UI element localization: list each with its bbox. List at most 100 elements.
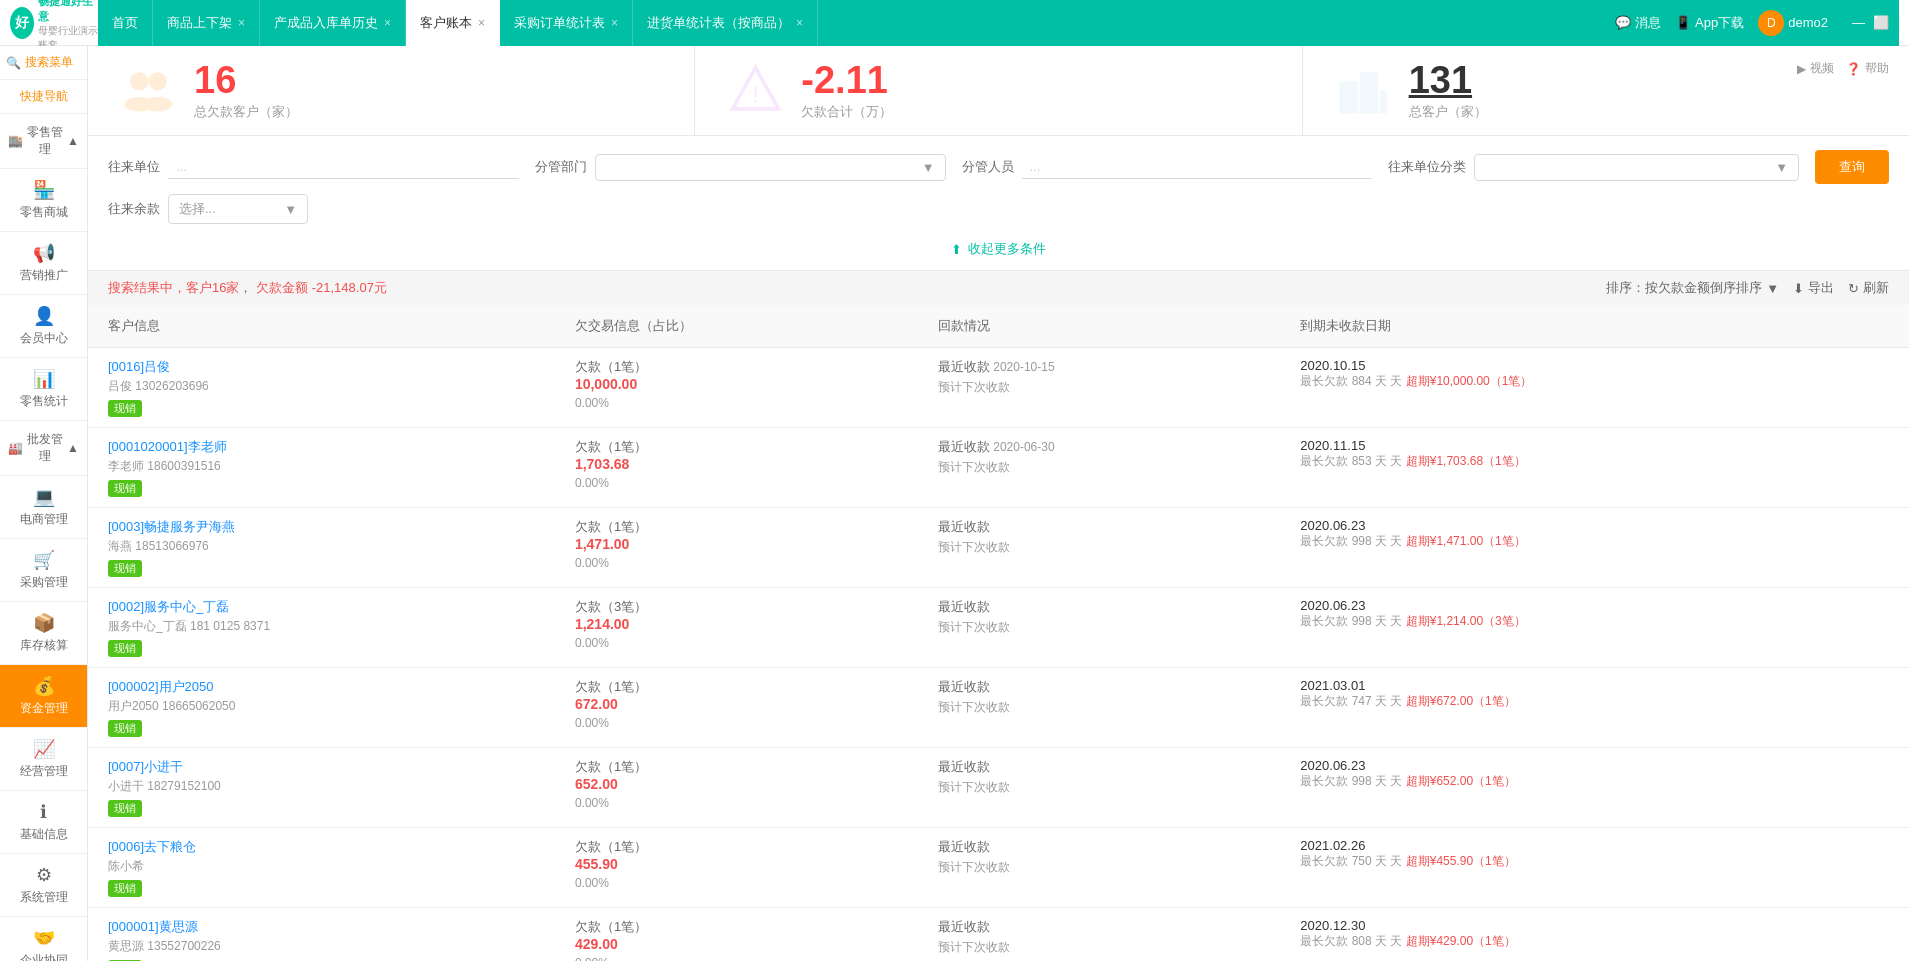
- sidebar-item-label: 电商管理: [20, 511, 68, 528]
- sidebar-search[interactable]: 🔍 搜索菜单: [0, 46, 87, 80]
- tab-close-customer[interactable]: ×: [478, 16, 485, 30]
- client-name-link[interactable]: [0007]小进干: [108, 759, 183, 774]
- sidebar-item-purchase[interactable]: 🛒 采购管理: [0, 539, 87, 602]
- client-tag: 现销: [108, 400, 142, 417]
- filter-select-dept[interactable]: ▼: [595, 154, 946, 181]
- sidebar-item-ecommerce[interactable]: 💻 电商管理: [0, 476, 87, 539]
- sidebar-item-inventory[interactable]: 📦 库存核算: [0, 602, 87, 665]
- sidebar-item-operations[interactable]: 📈 经营管理: [0, 728, 87, 791]
- client-phone: 黄思源 13552700226: [108, 938, 535, 955]
- tab-close-incoming[interactable]: ×: [796, 16, 803, 30]
- next-collect: 预计下次收款: [938, 619, 1261, 636]
- query-button[interactable]: 查询: [1815, 150, 1889, 184]
- stat-label-owe: 欠款合计（万）: [801, 103, 892, 121]
- sidebar-item-retail-mgmt[interactable]: 🏬 零售管理 ▲: [0, 114, 87, 169]
- overdue-link[interactable]: 超期¥1,214.00（3笔）: [1406, 614, 1526, 628]
- owe-amount: 429.00: [575, 936, 898, 952]
- tab-close-product[interactable]: ×: [384, 16, 391, 30]
- window-controls: — ⬜: [1842, 15, 1899, 30]
- message-btn[interactable]: 💬 消息: [1615, 14, 1661, 32]
- sidebar-item-cooperation[interactable]: 🤝 企业协同: [0, 917, 87, 961]
- collection-cell: 最近收款 预计下次收款: [918, 748, 1281, 828]
- refresh-btn[interactable]: ↻ 刷新: [1848, 279, 1889, 297]
- stat-content-owe: -2.11 欠款合计（万）: [801, 61, 892, 121]
- client-name-link[interactable]: [0001020001]李老师: [108, 439, 227, 454]
- client-tag: 现销: [108, 720, 142, 737]
- tab-home[interactable]: 首页: [98, 0, 153, 46]
- client-info-cell: [0003]畅捷服务尹海燕 海燕 18513066976 现销: [88, 508, 555, 588]
- chevron-down-icon-sort: ▼: [1766, 281, 1779, 296]
- tab-close-purchase[interactable]: ×: [611, 16, 618, 30]
- sidebar-item-wholesale[interactable]: 🏭 批发管理 ▲: [0, 421, 87, 476]
- filter-input-unit[interactable]: ...: [168, 155, 519, 179]
- overdue-link[interactable]: 超期¥652.00（1笔）: [1406, 774, 1516, 788]
- export-icon: ⬇: [1793, 281, 1804, 296]
- owe-amount: 652.00: [575, 776, 898, 792]
- sidebar-item-marketing[interactable]: 📢 营销推广: [0, 232, 87, 295]
- customers-icon: [118, 61, 178, 121]
- owe-percent: 0.00%: [575, 796, 898, 810]
- filter-select-balance[interactable]: 选择... ▼: [168, 194, 308, 224]
- collapse-more-btn[interactable]: ⬆ 收起更多条件: [108, 234, 1889, 264]
- col-header-collection: 回款情况: [918, 305, 1281, 348]
- help-btn[interactable]: ❓ 帮助: [1846, 60, 1889, 77]
- client-name-link[interactable]: [000002]用户2050: [108, 679, 214, 694]
- tab-goods[interactable]: 商品上下架 ×: [153, 0, 260, 46]
- overdue-link[interactable]: 超期¥1,703.68（1笔）: [1406, 454, 1526, 468]
- client-name-link[interactable]: [000001]黄思源: [108, 919, 198, 934]
- tab-customer-ledger[interactable]: 客户账本 ×: [406, 0, 500, 46]
- owe-amount: 1,471.00: [575, 536, 898, 552]
- message-icon: 💬: [1615, 15, 1631, 30]
- ecommerce-icon: 💻: [33, 486, 55, 508]
- next-collect: 预计下次收款: [938, 459, 1261, 476]
- video-btn[interactable]: ▶ 视频: [1797, 60, 1834, 77]
- tab-purchase-stats[interactable]: 采购订单统计表 ×: [500, 0, 633, 46]
- client-name-link[interactable]: [0016]吕俊: [108, 359, 170, 374]
- tab-product-history[interactable]: 产成品入库单历史 ×: [260, 0, 406, 46]
- client-name-link[interactable]: [0003]畅捷服务尹海燕: [108, 519, 235, 534]
- sidebar-item-finance[interactable]: 💰 资金管理: [0, 665, 87, 728]
- overdue-link[interactable]: 超期¥429.00（1笔）: [1406, 934, 1516, 948]
- sidebar-item-label: 资金管理: [20, 700, 68, 717]
- tab-close-goods[interactable]: ×: [238, 16, 245, 30]
- overdue-link[interactable]: 超期¥672.00（1笔）: [1406, 694, 1516, 708]
- client-name-link[interactable]: [0002]服务中心_丁磊: [108, 599, 229, 614]
- client-info-cell: [0002]服务中心_丁磊 服务中心_丁磊 181 0125 8371 现销: [88, 588, 555, 668]
- overdue-days: 最长欠款 998 天 天 超期¥1,214.00（3笔）: [1300, 613, 1889, 630]
- col-header-due: 到期未收款日期: [1280, 305, 1909, 348]
- sidebar-item-system[interactable]: ⚙ 系统管理: [0, 854, 87, 917]
- info-icon: ℹ: [40, 801, 47, 823]
- overdue-link[interactable]: 超期¥10,000.00（1笔）: [1406, 374, 1533, 388]
- due-date: 2020.06.23: [1300, 758, 1889, 773]
- overdue-link[interactable]: 超期¥455.90（1笔）: [1406, 854, 1516, 868]
- export-btn[interactable]: ⬇ 导出: [1793, 279, 1834, 297]
- owe-percent: 0.00%: [575, 876, 898, 890]
- minimize-icon[interactable]: —: [1852, 15, 1865, 30]
- client-name-link[interactable]: [0006]去下粮仓: [108, 839, 196, 854]
- search-result-info: 搜索结果中，客户16家， 欠款金额 -21,148.07元: [108, 279, 387, 297]
- client-info-cell: [0007]小进干 小进干 18279152100 现销: [88, 748, 555, 828]
- logo-text: 畅捷通好生意: [38, 0, 98, 24]
- sidebar-item-basic-info[interactable]: ℹ 基础信息: [0, 791, 87, 854]
- user-avatar[interactable]: D demo2: [1758, 10, 1828, 36]
- client-info-cell: [0001020001]李老师 李老师 18600391516 现销: [88, 428, 555, 508]
- app-download-btn[interactable]: 📱 App下载: [1675, 14, 1744, 32]
- collection-cell: 最近收款 预计下次收款: [918, 508, 1281, 588]
- sidebar-item-retail-stats[interactable]: 📊 零售统计: [0, 358, 87, 421]
- collection-info: 最近收款 2020-10-15: [938, 358, 1261, 376]
- tab-incoming-stats[interactable]: 进货单统计表（按商品） ×: [633, 0, 818, 46]
- filter-select-category[interactable]: ▼: [1474, 154, 1799, 181]
- maximize-icon[interactable]: ⬜: [1873, 15, 1889, 30]
- sidebar-item-member[interactable]: 👤 会员中心: [0, 295, 87, 358]
- sort-dropdown[interactable]: 排序：按欠款金额倒序排序 ▼: [1606, 279, 1779, 297]
- filter-input-person[interactable]: ...: [1022, 155, 1373, 179]
- next-collect: 预计下次收款: [938, 379, 1261, 396]
- filter-field-unit: 往来单位 ...: [108, 155, 519, 179]
- overdue-days: 最长欠款 998 天 天 超期¥652.00（1笔）: [1300, 773, 1889, 790]
- sidebar-item-retail-mall[interactable]: 🏪 零售商城: [0, 169, 87, 232]
- filter-row-1: 往来单位 ... 分管部门 ▼ 分管人员: [108, 150, 1889, 184]
- overdue-link[interactable]: 超期¥1,471.00（1笔）: [1406, 534, 1526, 548]
- client-phone: 海燕 18513066976: [108, 538, 535, 555]
- overdue-days: 最长欠款 747 天 天 超期¥672.00（1笔）: [1300, 693, 1889, 710]
- sidebar-item-quick-nav[interactable]: 快捷导航: [0, 80, 87, 114]
